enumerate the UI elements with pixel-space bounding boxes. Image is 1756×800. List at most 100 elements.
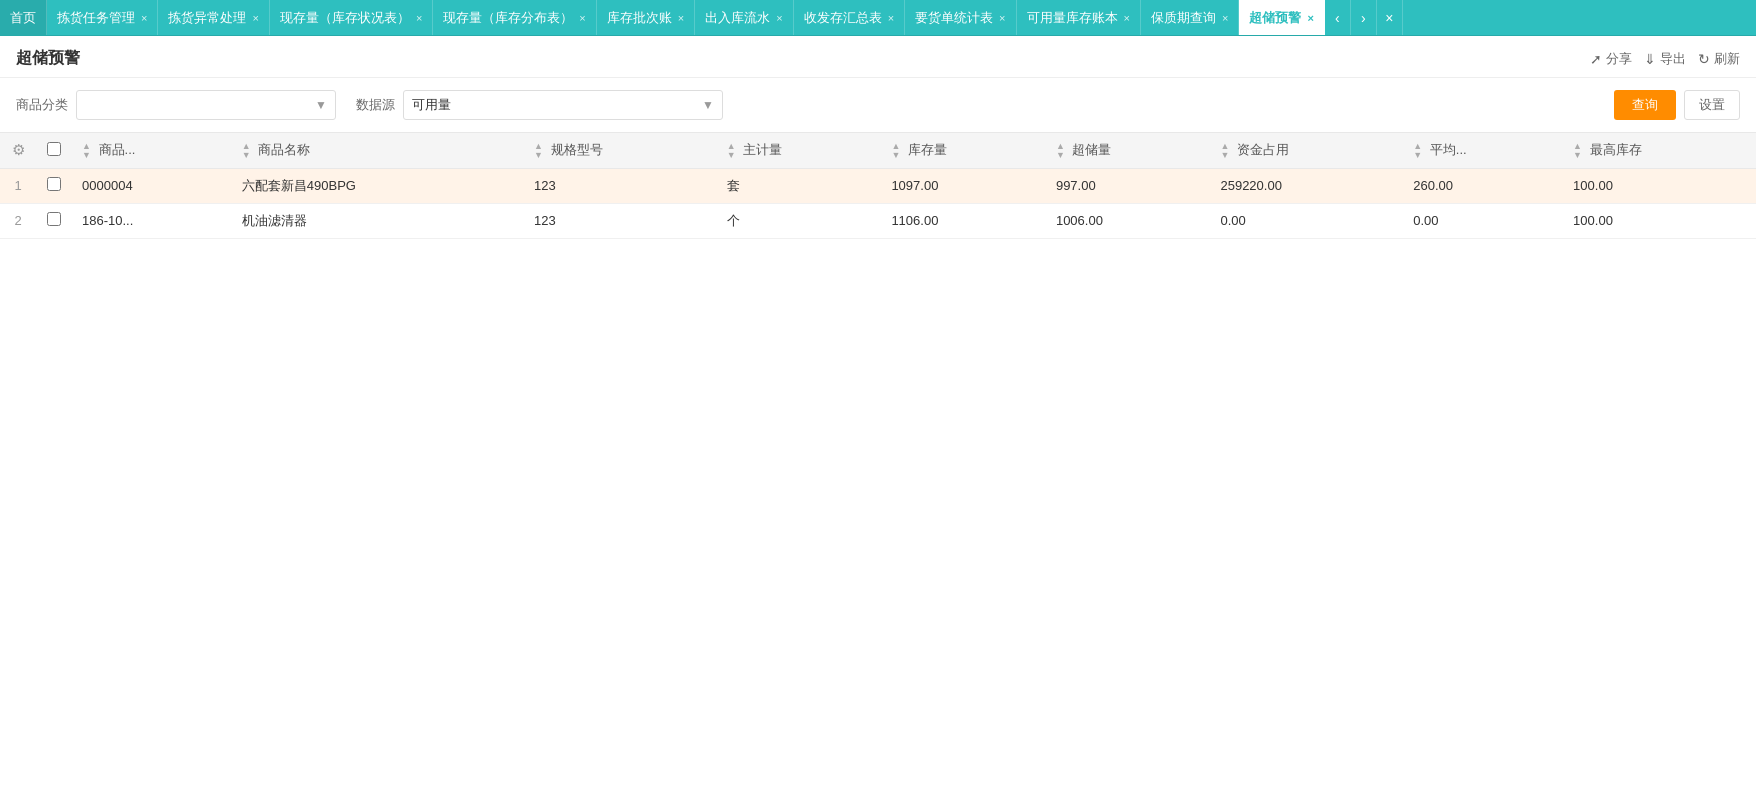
select-all-checkbox[interactable] <box>47 142 61 156</box>
cell-overstock: 1006.00 <box>1046 203 1211 238</box>
close-inventory-status[interactable]: × <box>416 12 422 24</box>
table-body: 1 0000004 六配套新昌490BPG 123 套 1097.00 997.… <box>0 168 1756 238</box>
datasource-select-text: 可用量 <box>412 96 451 114</box>
row-num: 2 <box>0 203 36 238</box>
col-header-product-name[interactable]: ▲▼ 商品名称 <box>232 133 524 169</box>
row-checkbox-cell <box>36 203 72 238</box>
close-inout-flow[interactable]: × <box>776 12 782 24</box>
nav-exception-handling[interactable]: 拣货异常处理 × <box>158 0 269 35</box>
datasource-select[interactable]: 可用量 ▼ <box>403 90 723 120</box>
category-select[interactable]: ▼ <box>76 90 336 120</box>
nav-inventory-distribution[interactable]: 现存量（库存分布表） × <box>433 0 596 35</box>
category-dropdown-arrow: ▼ <box>315 98 327 112</box>
refresh-button[interactable]: ↻ 刷新 <box>1698 50 1740 68</box>
nav-home[interactable]: 首页 <box>0 0 47 35</box>
cell-unit: 套 <box>717 168 882 203</box>
nav-inventory-status[interactable]: 现存量（库存状况表） × <box>270 0 433 35</box>
export-button[interactable]: ⇓ 导出 <box>1644 50 1686 68</box>
close-available-ledger[interactable]: × <box>1124 12 1130 24</box>
share-button[interactable]: ➚ 分享 <box>1590 50 1632 68</box>
close-requisition-stats[interactable]: × <box>999 12 1005 24</box>
cell-max-stock: 100.00 <box>1563 168 1756 203</box>
close-inventory-distribution[interactable]: × <box>579 12 585 24</box>
nav-inout-flow[interactable]: 出入库流水 × <box>695 0 793 35</box>
settings-icon[interactable]: ⚙ <box>12 141 25 158</box>
nav-overstock-warning[interactable]: 超储预警 × <box>1239 0 1324 35</box>
sort-arrows-overstock: ▲▼ <box>1056 142 1065 160</box>
col-header-spec[interactable]: ▲▼ 规格型号 <box>524 133 717 169</box>
col-header-capital[interactable]: ▲▼ 资金占用 <box>1210 133 1403 169</box>
table-header-row: ⚙ ▲▼ 商品... ▲▼ 商品名称 ▲▼ 规格型号 <box>0 133 1756 169</box>
close-batch-ledger[interactable]: × <box>678 12 684 24</box>
cell-avg: 0.00 <box>1403 203 1563 238</box>
table-row: 2 186-10... 机油滤清器 123 个 1106.00 1006.00 … <box>0 203 1756 238</box>
datasource-filter: 数据源 可用量 ▼ <box>356 90 723 120</box>
row-checkbox-cell <box>36 168 72 203</box>
cell-spec: 123 <box>524 203 717 238</box>
sort-arrows-avg: ▲▼ <box>1413 142 1422 160</box>
refresh-icon: ↻ <box>1698 51 1710 67</box>
table-container: ⚙ ▲▼ 商品... ▲▼ 商品名称 ▲▼ 规格型号 <box>0 132 1756 239</box>
cell-avg: 260.00 <box>1403 168 1563 203</box>
cell-overstock: 997.00 <box>1046 168 1211 203</box>
nav-shelf-life[interactable]: 保质期查询 × <box>1141 0 1239 35</box>
row-checkbox-1[interactable] <box>47 212 61 226</box>
sort-arrows-stock: ▲▼ <box>891 142 900 160</box>
filter-buttons: 查询 设置 <box>1614 90 1740 120</box>
cell-product-name: 机油滤清器 <box>232 203 524 238</box>
col-header-product-code[interactable]: ▲▼ 商品... <box>72 133 232 169</box>
sort-arrows-spec: ▲▼ <box>534 142 543 160</box>
nav-task-management[interactable]: 拣货任务管理 × <box>47 0 158 35</box>
category-label: 商品分类 <box>16 96 68 114</box>
nav-more-arrow[interactable]: × <box>1377 0 1403 35</box>
page-header: 超储预警 ➚ 分享 ⇓ 导出 ↻ 刷新 <box>0 36 1756 78</box>
cell-unit: 个 <box>717 203 882 238</box>
datasource-label: 数据源 <box>356 96 395 114</box>
sort-arrows-max-stock: ▲▼ <box>1573 142 1582 160</box>
sort-arrows-product-name: ▲▼ <box>242 142 251 160</box>
close-shelf-life[interactable]: × <box>1222 12 1228 24</box>
cell-capital: 0.00 <box>1210 203 1403 238</box>
close-overstock-warning[interactable]: × <box>1307 12 1313 24</box>
close-exception-handling[interactable]: × <box>252 12 258 24</box>
col-header-avg[interactable]: ▲▼ 平均... <box>1403 133 1563 169</box>
col-header-stock[interactable]: ▲▼ 库存量 <box>881 133 1046 169</box>
datasource-dropdown-arrow: ▼ <box>702 98 714 112</box>
filter-area: 商品分类 ▼ 数据源 可用量 ▼ 查询 设置 <box>0 78 1756 132</box>
page-title: 超储预警 <box>16 48 80 69</box>
settings-button[interactable]: 设置 <box>1684 90 1740 120</box>
query-button[interactable]: 查询 <box>1614 90 1676 120</box>
cell-product-code: 186-10... <box>72 203 232 238</box>
col-header-checkbox <box>36 133 72 169</box>
close-collect-summary[interactable]: × <box>888 12 894 24</box>
export-icon: ⇓ <box>1644 51 1656 67</box>
cell-spec: 123 <box>524 168 717 203</box>
header-actions: ➚ 分享 ⇓ 导出 ↻ 刷新 <box>1590 50 1740 68</box>
sort-arrows-capital: ▲▼ <box>1220 142 1229 160</box>
cell-capital: 259220.00 <box>1210 168 1403 203</box>
row-checkbox-0[interactable] <box>47 177 61 191</box>
nav-collect-summary[interactable]: 收发存汇总表 × <box>794 0 905 35</box>
cell-stock: 1097.00 <box>881 168 1046 203</box>
col-header-max-stock[interactable]: ▲▼ 最高库存 <box>1563 133 1756 169</box>
cell-max-stock: 100.00 <box>1563 203 1756 238</box>
col-header-unit[interactable]: ▲▼ 主计量 <box>717 133 882 169</box>
nav-requisition-stats[interactable]: 要货单统计表 × <box>905 0 1016 35</box>
cell-product-name: 六配套新昌490BPG <box>232 168 524 203</box>
top-navigation: 首页 拣货任务管理 × 拣货异常处理 × 现存量（库存状况表） × 现存量（库存… <box>0 0 1756 36</box>
nav-next-arrow[interactable]: › <box>1351 0 1377 35</box>
col-header-overstock[interactable]: ▲▼ 超储量 <box>1046 133 1211 169</box>
col-header-settings: ⚙ <box>0 133 36 169</box>
row-num: 1 <box>0 168 36 203</box>
close-task-management[interactable]: × <box>141 12 147 24</box>
page-content: 超储预警 ➚ 分享 ⇓ 导出 ↻ 刷新 商品分类 ▼ 数据源 <box>0 36 1756 800</box>
sort-arrows-product-code: ▲▼ <box>82 142 91 160</box>
share-icon: ➚ <box>1590 51 1602 67</box>
nav-available-ledger[interactable]: 可用量库存账本 × <box>1017 0 1141 35</box>
category-filter: 商品分类 ▼ <box>16 90 336 120</box>
nav-batch-ledger[interactable]: 库存批次账 × <box>597 0 695 35</box>
nav-prev-arrow[interactable]: ‹ <box>1325 0 1351 35</box>
table-row: 1 0000004 六配套新昌490BPG 123 套 1097.00 997.… <box>0 168 1756 203</box>
cell-stock: 1106.00 <box>881 203 1046 238</box>
data-table: ⚙ ▲▼ 商品... ▲▼ 商品名称 ▲▼ 规格型号 <box>0 132 1756 239</box>
